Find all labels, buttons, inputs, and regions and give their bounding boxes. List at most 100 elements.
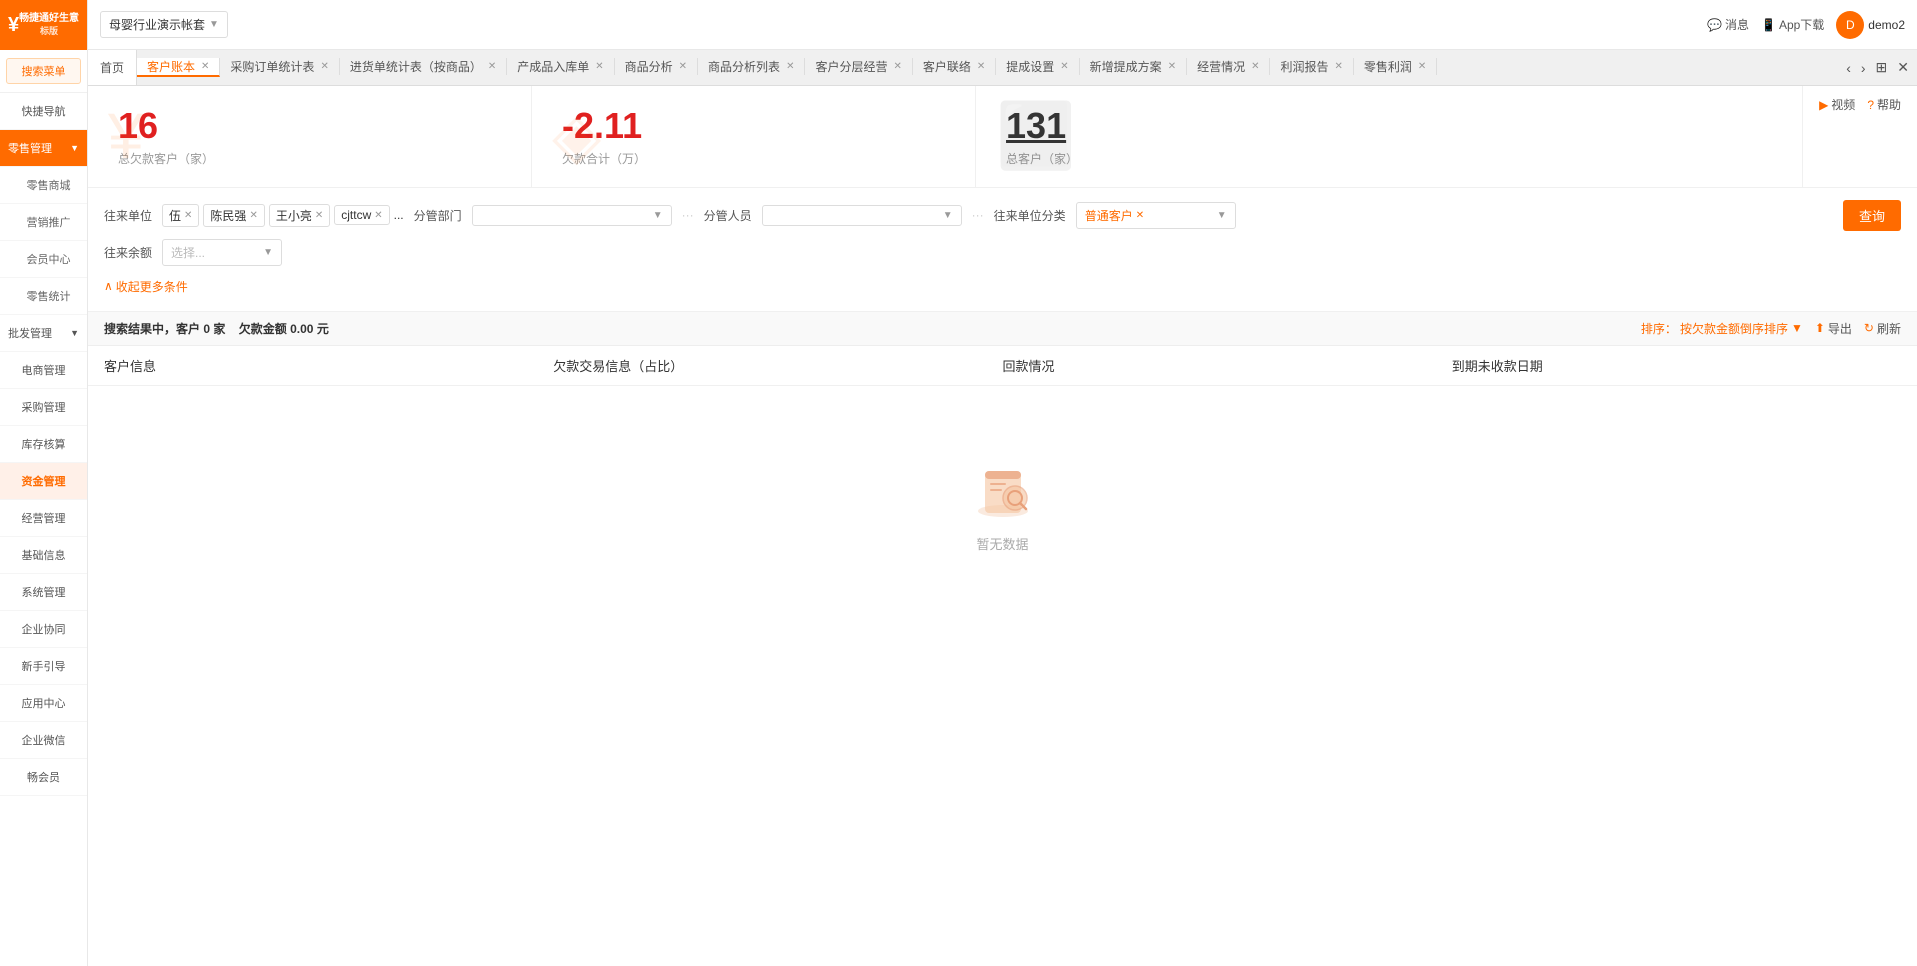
- person-more-icon[interactable]: ···: [972, 208, 984, 222]
- tab-close-icon[interactable]: ✕: [679, 61, 687, 72]
- refresh-label: 刷新: [1877, 320, 1901, 337]
- filter-row-2: 往来余额 选择... ▼: [104, 239, 1901, 266]
- category-tag-close[interactable]: ✕: [1136, 210, 1144, 221]
- tab-customer-tier[interactable]: 客户分层经营 ✕: [805, 58, 912, 75]
- sidebar-item-system[interactable]: 系统管理: [0, 574, 87, 611]
- tab-close-icon[interactable]: ✕: [977, 61, 985, 72]
- account-selector[interactable]: 母婴行业演示帐套 ▼: [100, 11, 228, 38]
- unit-tag-cj-close[interactable]: ✕: [374, 210, 382, 221]
- sidebar-item-newbie[interactable]: 新手引导: [0, 648, 87, 685]
- unit-tag-wu[interactable]: 伍 ✕: [162, 204, 199, 227]
- refresh-button[interactable]: ↻ 刷新: [1864, 320, 1901, 337]
- tab-stock-stats[interactable]: 进货单统计表（按商品） ✕: [340, 58, 507, 75]
- person-filter-select[interactable]: ▼: [762, 205, 962, 226]
- result-amount-prefix: 欠款金额: [239, 322, 287, 336]
- message-button[interactable]: 💬 消息: [1707, 16, 1749, 33]
- sidebar-item-finance[interactable]: 资金管理: [0, 463, 87, 500]
- sidebar-item-operations[interactable]: 经营管理: [0, 500, 87, 537]
- sort-control[interactable]: 排序： 按欠款金额倒序排序 ▼: [1641, 320, 1803, 337]
- sidebar-item-purchase[interactable]: 采购管理: [0, 389, 87, 426]
- tab-close-icon[interactable]: ✕: [1418, 61, 1426, 72]
- result-bar: 搜索结果中，客户 0 家 欠款金额 0.00 元 排序： 按欠款金额倒序排序 ▼…: [88, 312, 1917, 346]
- tab-new-commission[interactable]: 新增提成方案 ✕: [1080, 58, 1187, 75]
- sidebar-item-base-info[interactable]: 基础信息: [0, 537, 87, 574]
- tab-product-inbound[interactable]: 产成品入库单 ✕: [507, 58, 614, 75]
- tab-retail-profit[interactable]: 零售利润 ✕: [1354, 58, 1437, 75]
- tab-customer-contact[interactable]: 客户联络 ✕: [913, 58, 996, 75]
- tab-close-icon[interactable]: ✕: [595, 61, 603, 72]
- tab-purchase-order-stats[interactable]: 采购订单统计表 ✕: [220, 58, 339, 75]
- sidebar-item-changhui[interactable]: 畅会员: [0, 759, 87, 796]
- sidebar-item-wechat[interactable]: 企业微信: [0, 722, 87, 759]
- tab-close-icon[interactable]: ✕: [320, 61, 328, 72]
- account-selector-arrow: ▼: [209, 19, 219, 30]
- category-arrow: ▼: [1217, 210, 1227, 221]
- dept-filter-select[interactable]: ▼: [472, 205, 672, 226]
- collapse-button[interactable]: ∧ 收起更多条件: [104, 278, 1901, 295]
- tab-profit-report[interactable]: 利润报告 ✕: [1270, 58, 1353, 75]
- tab-customer-ledger[interactable]: 客户账本 ✕: [137, 58, 220, 77]
- tab-close-icon[interactable]: ✕: [1251, 61, 1259, 72]
- tab-expand-icon[interactable]: ⊞: [1872, 57, 1892, 78]
- tab-prev-arrow[interactable]: ‹: [1842, 58, 1855, 78]
- tab-close-icon[interactable]: ✕: [201, 61, 209, 72]
- export-button[interactable]: ⬆ 导出: [1815, 320, 1852, 337]
- tab-product-analysis[interactable]: 商品分析 ✕: [615, 58, 698, 75]
- sidebar-item-retail-shop[interactable]: 零售商城: [0, 167, 87, 204]
- unit-tag-cj[interactable]: cjttcw ✕: [334, 205, 389, 225]
- query-button[interactable]: 查询: [1843, 200, 1901, 231]
- tab-close-icon[interactable]: ✕: [1060, 61, 1068, 72]
- balance-placeholder: 选择...: [171, 244, 205, 261]
- sidebar-item-appstore[interactable]: 应用中心: [0, 685, 87, 722]
- unit-tag-chen-close[interactable]: ✕: [249, 210, 257, 221]
- tab-close-all-icon[interactable]: ✕: [1893, 57, 1913, 78]
- sidebar-item-retail[interactable]: 零售管理 ▼: [0, 130, 87, 167]
- help-label: 帮助: [1877, 96, 1901, 113]
- unit-tag-wang-label: 王小亮: [276, 207, 312, 224]
- tab-operations[interactable]: 经营情况 ✕: [1187, 58, 1270, 75]
- tab-analysis-list-label: 商品分析列表: [708, 58, 780, 75]
- tab-commission-setting[interactable]: 提成设置 ✕: [996, 58, 1079, 75]
- video-icon: ▶: [1819, 98, 1828, 112]
- sidebar-search-area: 搜索菜单: [0, 50, 87, 93]
- help-button[interactable]: ? 帮助: [1867, 96, 1901, 113]
- stat-customers-label: 总欠款客户（家）: [118, 150, 501, 167]
- message-icon: 💬: [1707, 18, 1722, 32]
- video-button[interactable]: ▶ 视频: [1819, 96, 1855, 113]
- unit-tag-wang-close[interactable]: ✕: [315, 210, 323, 221]
- category-tag[interactable]: 普通客户 ✕: [1085, 207, 1144, 224]
- filter-row-1: 往来单位 伍 ✕ 陈民强 ✕ 王小亮 ✕ cjttcw: [104, 200, 1901, 231]
- dept-more-icon[interactable]: ···: [682, 208, 694, 222]
- sidebar-item-member[interactable]: 会员中心: [0, 241, 87, 278]
- sidebar-item-retail-stats[interactable]: 零售统计: [0, 278, 87, 315]
- sidebar-search-button[interactable]: 搜索菜单: [6, 58, 81, 84]
- balance-filter-label: 往来余额: [104, 244, 152, 261]
- category-filter-select[interactable]: 普通客户 ✕ ▼: [1076, 202, 1236, 229]
- tab-next-arrow[interactable]: ›: [1857, 58, 1870, 78]
- tab-close-icon[interactable]: ✕: [786, 61, 794, 72]
- unit-tag-wang[interactable]: 王小亮 ✕: [269, 204, 330, 227]
- tab-close-icon[interactable]: ✕: [1335, 61, 1343, 72]
- unit-tag-wu-close[interactable]: ✕: [184, 210, 192, 221]
- sidebar-item-marketing[interactable]: 营销推广: [0, 204, 87, 241]
- sidebar-item-ecommerce[interactable]: 电商管理: [0, 352, 87, 389]
- tab-close-icon[interactable]: ✕: [893, 61, 901, 72]
- sidebar-item-inventory[interactable]: 库存核算: [0, 426, 87, 463]
- sidebar-item-collab[interactable]: 企业协同: [0, 611, 87, 648]
- app-download-button[interactable]: 📱 App下载: [1761, 16, 1824, 33]
- sort-arrow: ▼: [1791, 321, 1803, 335]
- username: demo2: [1868, 18, 1905, 32]
- tab-close-icon[interactable]: ✕: [488, 61, 496, 72]
- balance-filter-select[interactable]: 选择... ▼: [162, 239, 282, 266]
- tab-close-icon[interactable]: ✕: [1168, 61, 1176, 72]
- tab-home[interactable]: 首页: [88, 50, 137, 85]
- unit-tag-more[interactable]: ...: [394, 208, 404, 222]
- unit-tag-chen[interactable]: 陈民强 ✕: [203, 204, 264, 227]
- stat-debt-value: -2.11: [562, 106, 945, 146]
- sidebar-item-wholesale[interactable]: 批发管理 ▼: [0, 315, 87, 352]
- tab-product-analysis-list[interactable]: 商品分析列表 ✕: [698, 58, 805, 75]
- user-menu[interactable]: D demo2: [1836, 11, 1905, 39]
- table-col-due-date: 到期未收款日期: [1452, 356, 1901, 375]
- sidebar-item-quick-nav[interactable]: 快捷导航: [0, 93, 87, 130]
- tab-retail-profit-label: 零售利润: [1364, 58, 1412, 75]
